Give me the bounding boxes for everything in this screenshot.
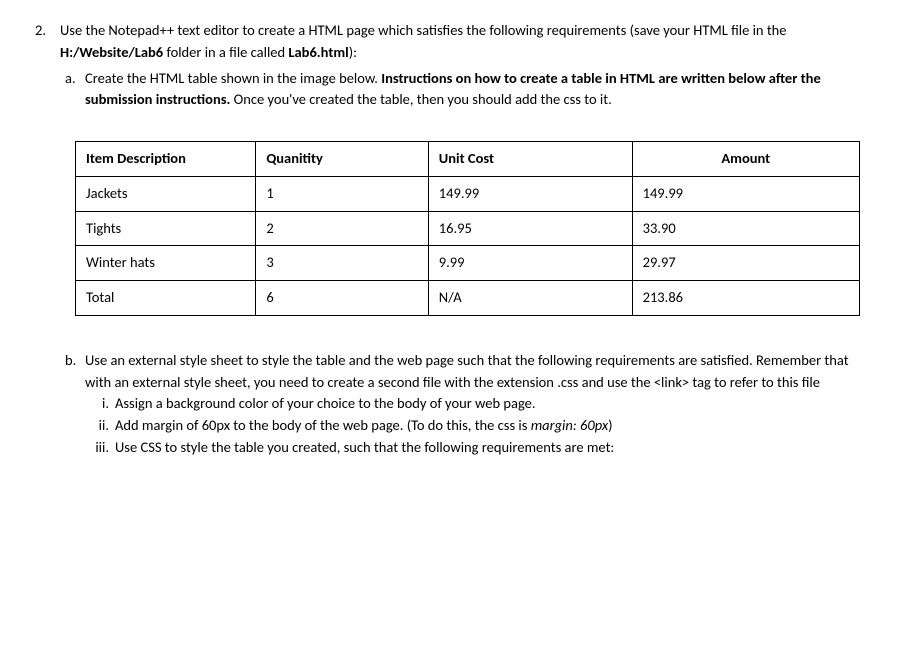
sub-a-text-2: Once you've created the table, then you … [230,90,611,108]
roman-ii-label: ii. [85,415,115,437]
cell-amount: 213.86 [632,281,859,316]
roman-ii-t3: ) [608,416,612,434]
sub-b-wrapper: b. Use an external style sheet to style … [35,346,865,459]
cell-item: Winter hats [76,246,256,281]
header-unit-cost: Unit Cost [428,142,632,177]
q2-text-3: ): [349,43,357,61]
cell-amount: 33.90 [632,211,859,246]
sub-b-container: b. Use an external style sheet to style … [60,346,865,459]
table-row: Tights 2 16.95 33.90 [76,211,860,246]
table-header-row: Item Description Quanitity Unit Cost Amo… [76,142,860,177]
question-body: Use the Notepad++ text editor to create … [60,20,865,111]
cell-qty: 3 [256,246,428,281]
cell-unit: 16.95 [428,211,632,246]
roman-i-label: i. [85,393,115,415]
table-row: Total 6 N/A 213.86 [76,281,860,316]
roman-iii-text: Use CSS to style the table you created, … [115,437,865,459]
sub-b-text: Use an external style sheet to style the… [85,351,849,391]
roman-ii-t1: Add margin of 60px to the body of the we… [115,416,531,434]
header-item-description: Item Description [76,142,256,177]
question-2: 2. Use the Notepad++ text editor to crea… [35,20,865,111]
cell-unit: 149.99 [428,176,632,211]
sub-b: b. Use an external style sheet to style … [60,350,865,459]
roman-ii-code: margin: 60px [531,416,608,434]
q2-text-2: folder in a file called [163,43,288,61]
cell-qty: 1 [256,176,428,211]
q2-text-1: Use the Notepad++ text editor to create … [60,21,787,39]
spacer [35,346,60,459]
cell-amount: 149.99 [632,176,859,211]
sub-a-label: a. [60,68,85,112]
q2-filename: Lab6.html [288,43,348,61]
items-table: Item Description Quanitity Unit Cost Amo… [75,141,860,316]
cell-item: Tights [76,211,256,246]
cell-item: Jackets [76,176,256,211]
roman-i: i. Assign a background color of your cho… [85,393,865,415]
cell-item: Total [76,281,256,316]
header-amount: Amount [632,142,859,177]
roman-iii: iii. Use CSS to style the table you crea… [85,437,865,459]
cell-qty: 6 [256,281,428,316]
sub-a-body: Create the HTML table shown in the image… [85,68,865,112]
q2-path: H:/Website/Lab6 [60,43,163,61]
header-quantity: Quanitity [256,142,428,177]
roman-iii-label: iii. [85,437,115,459]
table-row: Winter hats 3 9.99 29.97 [76,246,860,281]
question-number: 2. [35,20,60,111]
cell-unit: 9.99 [428,246,632,281]
roman-ii: ii. Add margin of 60px to the body of th… [85,415,865,437]
cell-unit: N/A [428,281,632,316]
sub-a-text-1: Create the HTML table shown in the image… [85,69,381,87]
roman-ii-body: Add margin of 60px to the body of the we… [115,415,865,437]
sub-b-label: b. [60,350,85,459]
cell-qty: 2 [256,211,428,246]
cell-amount: 29.97 [632,246,859,281]
sub-b-body: Use an external style sheet to style the… [85,350,865,459]
table-row: Jackets 1 149.99 149.99 [76,176,860,211]
roman-i-text: Assign a background color of your choice… [115,393,865,415]
sub-a: a. Create the HTML table shown in the im… [60,68,865,112]
